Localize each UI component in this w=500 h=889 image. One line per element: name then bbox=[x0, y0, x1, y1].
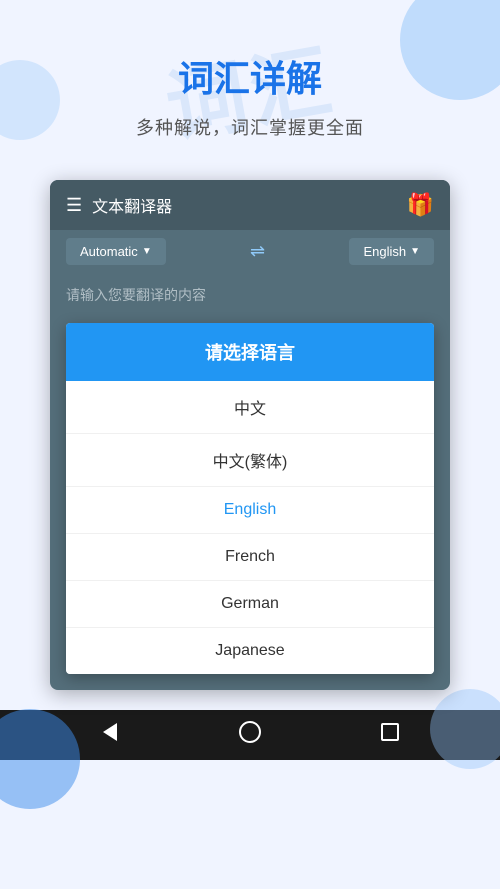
top-section: 词汇详解 多种解说，词汇掌握更全面 bbox=[0, 0, 500, 160]
main-title: 词汇详解 bbox=[30, 50, 470, 102]
target-lang-button[interactable]: English ▼ bbox=[349, 238, 434, 265]
input-placeholder: 请输入您要翻译的内容 bbox=[66, 287, 206, 303]
nav-back-button[interactable] bbox=[95, 723, 125, 747]
dialog-header: 请选择语言 bbox=[66, 323, 434, 381]
source-lang-label: Automatic bbox=[80, 244, 138, 259]
source-lang-arrow: ▼ bbox=[142, 246, 152, 257]
dialog-list-item[interactable]: 中文 bbox=[66, 381, 434, 434]
hamburger-icon[interactable]: ☰ bbox=[66, 195, 82, 216]
target-lang-label: English bbox=[363, 244, 406, 259]
dialog-title: 请选择语言 bbox=[205, 343, 295, 363]
bg-circle-bottom-right bbox=[430, 689, 500, 769]
text-input-area[interactable]: 请输入您要翻译的内容 bbox=[50, 273, 450, 323]
language-dialog-overlay: 请选择语言 中文中文(繁体)EnglishFrenchGermanJapanes… bbox=[50, 323, 450, 674]
nav-home-button[interactable] bbox=[235, 721, 265, 749]
dialog-list-item[interactable]: Japanese bbox=[66, 628, 434, 674]
lang-bar: Automatic ▼ ⇌ English ▼ bbox=[50, 230, 450, 273]
app-title: 文本翻译器 bbox=[92, 193, 172, 217]
nav-recent-button[interactable] bbox=[375, 723, 405, 747]
swap-languages-icon[interactable]: ⇌ bbox=[250, 241, 265, 262]
app-header: ☰ 文本翻译器 🎁 bbox=[50, 180, 450, 230]
dialog-list-item[interactable]: German bbox=[66, 581, 434, 628]
dialog-list-item[interactable]: English bbox=[66, 487, 434, 534]
language-dialog: 请选择语言 中文中文(繁体)EnglishFrenchGermanJapanes… bbox=[66, 323, 434, 674]
home-icon bbox=[239, 721, 261, 743]
dialog-list: 中文中文(繁体)EnglishFrenchGermanJapanese bbox=[66, 381, 434, 674]
target-lang-arrow: ▼ bbox=[410, 246, 420, 257]
dialog-list-item[interactable]: 中文(繁体) bbox=[66, 434, 434, 487]
recent-icon bbox=[381, 723, 399, 741]
gift-icon[interactable]: 🎁 bbox=[407, 192, 434, 218]
app-header-left: ☰ 文本翻译器 bbox=[66, 193, 172, 217]
back-icon bbox=[103, 724, 117, 746]
source-lang-button[interactable]: Automatic ▼ bbox=[66, 238, 166, 265]
sub-title: 多种解说，词汇掌握更全面 bbox=[30, 114, 470, 140]
app-container: ☰ 文本翻译器 🎁 Automatic ▼ ⇌ English ▼ 请输入您要翻… bbox=[50, 180, 450, 690]
dialog-list-item[interactable]: French bbox=[66, 534, 434, 581]
